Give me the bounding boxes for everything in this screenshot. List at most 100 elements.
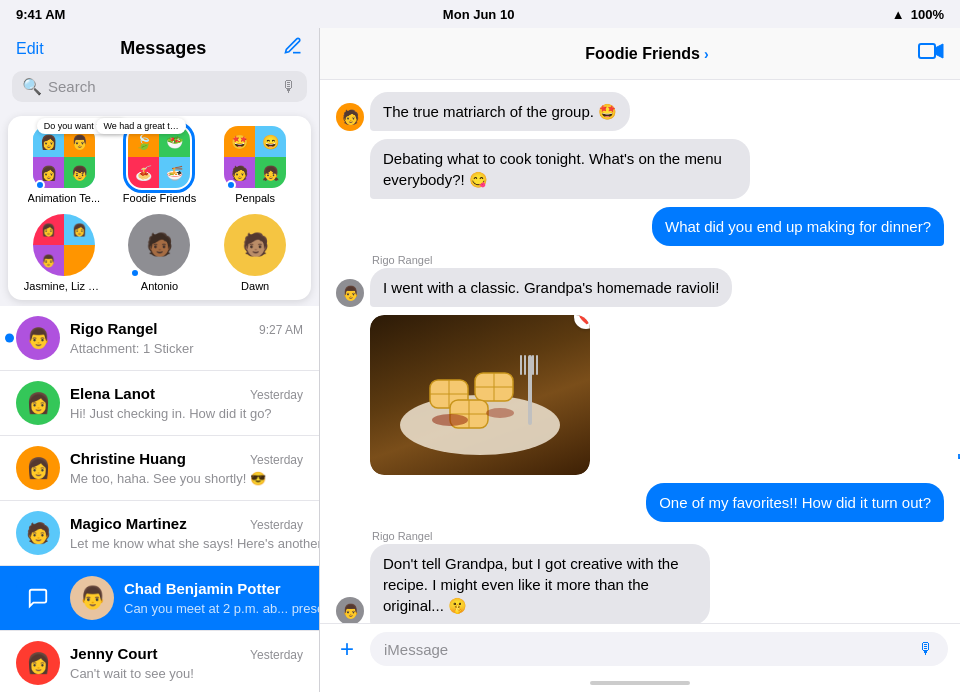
penpals-label: Penpals: [235, 192, 275, 204]
jenny-avatar: 👩: [16, 641, 60, 685]
antonio-avatar: 🧑🏾: [128, 214, 190, 276]
sidebar-header: Edit Messages: [0, 28, 319, 67]
search-bar[interactable]: 🔍 Search 🎙: [12, 71, 307, 102]
antonio-persona: 🧑🏾: [128, 214, 190, 276]
pinned-item-antonio[interactable]: 🧑🏾 Antonio: [117, 214, 202, 292]
home-indicator: [320, 674, 960, 692]
foodie-friends-avatar: 🍃 🥗 🍝 🍜: [128, 126, 190, 188]
chad-compose-icon: [16, 576, 60, 620]
pinned-highlight: Do you want to review all the rend... 👩 …: [8, 116, 311, 300]
svg-marker-1: [935, 44, 943, 58]
pinned-row-2: 👩 👩 👨 Jasmine, Liz & Rigo 🧑🏾: [16, 214, 303, 292]
conv-item-chad[interactable]: 👨 Chad Benjamin Potter Can you meet at 2…: [0, 566, 319, 631]
penpals-unread-badge: [226, 180, 236, 190]
msg-image-m5: ❤️: [370, 315, 590, 475]
dawn-persona: 🧑🏽: [224, 214, 286, 276]
ravioli-image: ❤️: [370, 315, 590, 475]
elena-time: Yesterday: [250, 388, 303, 402]
elena-preview: Hi! Just checking in. How did it go?: [70, 406, 272, 421]
msg-row-m5: ❤️: [370, 315, 944, 475]
message-input[interactable]: iMessage 🎙: [370, 632, 948, 666]
chat-header: Foodie Friends ›: [320, 28, 960, 80]
rigo-emoji: 👨: [26, 326, 51, 350]
plus-icon: +: [340, 635, 354, 663]
chad-emoji: 👨: [79, 585, 106, 611]
magico-avatar: 🧑: [16, 511, 60, 555]
conv-item-magico[interactable]: 🧑 Magico Martinez Yesterday Let me know …: [0, 501, 319, 566]
christine-preview: Me too, haha. See you shortly! 😎: [70, 471, 266, 486]
search-placeholder: Search: [48, 78, 275, 95]
svg-rect-16: [524, 355, 526, 375]
compose-button[interactable]: [283, 36, 303, 61]
magico-top: Magico Martinez Yesterday: [70, 515, 303, 532]
conv-item-elena[interactable]: 👩 Elena Lanot Yesterday Hi! Just checkin…: [0, 371, 319, 436]
status-day: Mon Jun 10: [443, 7, 515, 22]
video-call-button[interactable]: [918, 41, 944, 66]
add-attachment-button[interactable]: +: [332, 634, 362, 664]
msg-bubble-m7: Don't tell Grandpa, but I got creative w…: [370, 544, 710, 623]
rigo-top: Rigo Rangel 9:27 AM: [70, 320, 303, 337]
chad-name: Chad Benjamin Potter: [124, 580, 281, 597]
rigo-unread-dot: [5, 334, 14, 343]
status-indicators: ▲ 100%: [892, 7, 944, 22]
magico-content: Magico Martinez Yesterday Let me know wh…: [70, 515, 303, 552]
pinned-item-animation-team[interactable]: Do you want to review all the rend... 👩 …: [21, 126, 106, 204]
pinned-item-jasmine[interactable]: 👩 👩 👨 Jasmine, Liz & Rigo: [21, 214, 106, 292]
elena-avatar: 👩: [16, 381, 60, 425]
rigo-avatar: 👨: [16, 316, 60, 360]
ravioli-svg: [380, 325, 580, 465]
pinned-row-1: Do you want to review all the rend... 👩 …: [16, 126, 303, 204]
msg-avatar-m7: 👨: [336, 597, 364, 623]
conv-item-jenny[interactable]: 👩 Jenny Court Yesterday Can't wait to se…: [0, 631, 319, 692]
msg-bubble-m1: The true matriarch of the group. 🤩: [370, 92, 630, 131]
pinned-item-penpals[interactable]: 🤩 😄 🧑 👧 Penpals: [213, 126, 298, 204]
input-mic-icon[interactable]: 🎙: [918, 640, 934, 658]
svg-point-13: [486, 408, 514, 418]
elena-name: Elena Lanot: [70, 385, 155, 402]
msg-sender-m7: Rigo Rangel: [372, 530, 944, 542]
mic-icon: 🎙: [281, 78, 297, 96]
magico-preview: Let me know what she says! Here's anothe…: [70, 536, 319, 551]
rigo-name: Rigo Rangel: [70, 320, 158, 337]
messages-area: 🧑 The true matriarch of the group. 🤩 Deb…: [320, 80, 960, 623]
magico-name: Magico Martinez: [70, 515, 187, 532]
msg-bubble-m3: What did you end up making for dinner?: [652, 207, 944, 246]
jenny-top: Jenny Court Yesterday: [70, 645, 303, 662]
msg-row-m1: 🧑 The true matriarch of the group. 🤩: [336, 92, 944, 131]
christine-name: Christine Huang: [70, 450, 186, 467]
sidebar-title: Messages: [44, 38, 283, 59]
msg-bubble-m2: Debating what to cook tonight. What's on…: [370, 139, 750, 199]
jasmine-avatar: 👩 👩 👨: [33, 214, 95, 276]
msg-row-m7: 👨 Don't tell Grandpa, but I got creative…: [336, 544, 944, 623]
antonio-label: Antonio: [141, 280, 178, 292]
chat-title[interactable]: Foodie Friends ›: [585, 45, 708, 63]
animation-team-label: Animation Te...: [28, 192, 101, 204]
jenny-content: Jenny Court Yesterday Can't wait to see …: [70, 645, 303, 682]
christine-content: Christine Huang Yesterday Me too, haha. …: [70, 450, 303, 487]
msg-group-m7: Rigo Rangel 👨 Don't tell Grandpa, but I …: [336, 530, 944, 623]
pinned-item-dawn[interactable]: 🧑🏽 Dawn: [213, 214, 298, 292]
conv-item-christine[interactable]: 👩 Christine Huang Yesterday Me too, haha…: [0, 436, 319, 501]
pinned-area: Do you want to review all the rend... 👩 …: [0, 110, 319, 306]
edit-button[interactable]: Edit: [16, 40, 44, 58]
antonio-unread-badge: [130, 268, 140, 278]
svg-rect-0: [919, 44, 935, 58]
chad-preview: Can you meet at 2 p.m. ab... presentatio…: [124, 601, 319, 616]
chat-title-text: Foodie Friends: [585, 45, 700, 63]
pinned-item-foodie-friends[interactable]: We had a great time. Home with... 🍃 🥗 🍝 …: [117, 126, 202, 204]
animation-unread-badge: [35, 180, 45, 190]
msg-bubble-m6: One of my favorites!! How did it turn ou…: [646, 483, 944, 522]
rigo-content: Rigo Rangel 9:27 AM Attachment: 1 Sticke…: [70, 320, 303, 357]
magico-time: Yesterday: [250, 518, 303, 532]
search-icon: 🔍: [22, 77, 42, 96]
penpals-avatar: 🤩 😄 🧑 👧: [224, 126, 286, 188]
dawn-avatar: 🧑🏽: [224, 214, 286, 276]
jenny-emoji: 👩: [26, 651, 51, 675]
sidebar: Edit Messages 🔍 Search 🎙: [0, 28, 320, 692]
christine-emoji: 👩: [26, 456, 51, 480]
imessage-placeholder: iMessage: [384, 641, 448, 658]
conv-item-rigo[interactable]: 👨 Rigo Rangel 9:27 AM Attachment: 1 Stic…: [0, 306, 319, 371]
status-bar: 9:41 AM Mon Jun 10 ▲ 100%: [0, 0, 960, 28]
main-layout: Edit Messages 🔍 Search 🎙: [0, 28, 960, 692]
rigo-time: 9:27 AM: [259, 323, 303, 337]
